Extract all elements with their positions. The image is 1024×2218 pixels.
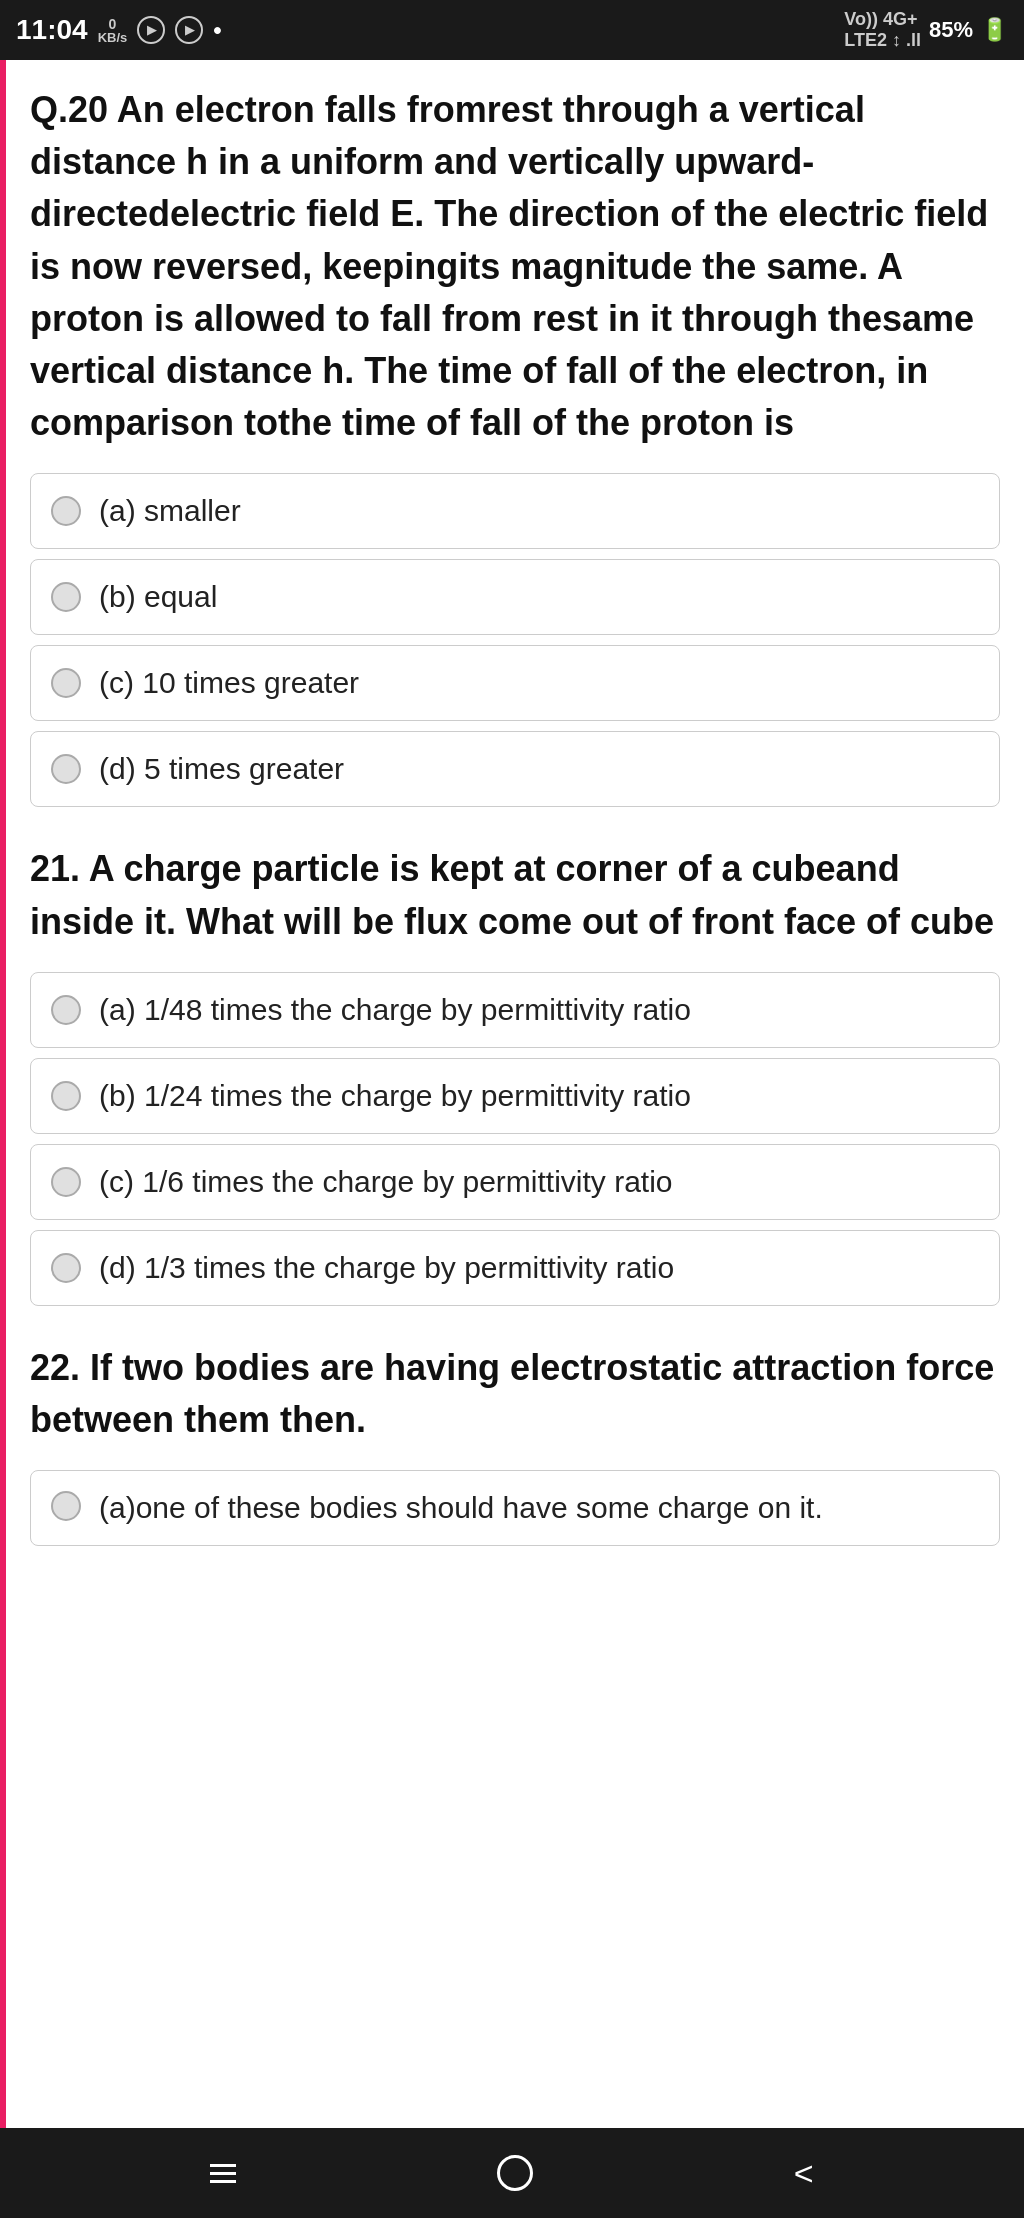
q21-radio-a xyxy=(51,995,81,1025)
phone-frame: 11:04 0 KB/s ▶ ▶ • Vo)) 4G+LTE2 ↕ .ll 85… xyxy=(0,0,1024,2218)
q21-label-c: (c) 1/6 times the charge by permittivity… xyxy=(99,1161,673,1203)
back-button[interactable] xyxy=(198,2152,248,2195)
bottom-nav: < xyxy=(0,2128,1024,2218)
q20-radio-b xyxy=(51,582,81,612)
q21-label-b: (b) 1/24 times the charge by permittivit… xyxy=(99,1075,691,1117)
chevron-left-icon: < xyxy=(794,2154,814,2192)
q20-radio-d xyxy=(51,754,81,784)
status-kb: 0 KB/s xyxy=(98,17,128,44)
dot-icon: • xyxy=(213,16,221,44)
q20-label-a: (a) smaller xyxy=(99,490,241,532)
menu-lines-icon xyxy=(210,2164,236,2183)
q22-radio-a xyxy=(51,1491,81,1521)
q21-option-c[interactable]: (c) 1/6 times the charge by permittivity… xyxy=(30,1144,1000,1220)
question-22-options: (a)one of these bodies should have some … xyxy=(30,1470,1000,1546)
q21-radio-d xyxy=(51,1253,81,1283)
q21-option-b[interactable]: (b) 1/24 times the charge by permittivit… xyxy=(30,1058,1000,1134)
question-21-options: (a) 1/48 times the charge by permittivit… xyxy=(30,972,1000,1306)
q22-label-a: (a)one of these bodies should have some … xyxy=(99,1487,823,1529)
q20-option-d[interactable]: (d) 5 times greater xyxy=(30,731,1000,807)
question-22-text: 22. If two bodies are having electrostat… xyxy=(30,1342,1000,1446)
q20-radio-c xyxy=(51,668,81,698)
question-22-block: 22. If two bodies are having electrostat… xyxy=(30,1342,1000,1546)
content-area: Q.20 An electron falls fromrest through … xyxy=(0,60,1024,2128)
q22-option-a[interactable]: (a)one of these bodies should have some … xyxy=(30,1470,1000,1546)
question-20-options: (a) smaller (b) equal (c) 10 times great… xyxy=(30,473,1000,807)
status-left: 11:04 0 KB/s ▶ ▶ • xyxy=(16,14,222,46)
q21-option-a[interactable]: (a) 1/48 times the charge by permittivit… xyxy=(30,972,1000,1048)
status-bar: 11:04 0 KB/s ▶ ▶ • Vo)) 4G+LTE2 ↕ .ll 85… xyxy=(0,0,1024,60)
play-icon: ▶ xyxy=(137,16,165,44)
question-21-text: 21. A charge particle is kept at corner … xyxy=(30,843,1000,947)
q21-radio-c xyxy=(51,1167,81,1197)
battery-icon: 🔋 xyxy=(981,17,1008,43)
question-20-text: Q.20 An electron falls fromrest through … xyxy=(30,84,1000,449)
recent-button[interactable]: < xyxy=(782,2142,826,2205)
record-icon: ▶ xyxy=(175,16,203,44)
q20-option-a[interactable]: (a) smaller xyxy=(30,473,1000,549)
home-button[interactable] xyxy=(485,2143,545,2203)
carrier-text: Vo)) 4G+LTE2 ↕ .ll xyxy=(844,9,921,51)
status-time: 11:04 xyxy=(16,14,88,46)
q20-option-b[interactable]: (b) equal xyxy=(30,559,1000,635)
q20-label-b: (b) equal xyxy=(99,576,217,618)
q20-label-d: (d) 5 times greater xyxy=(99,748,344,790)
q21-label-a: (a) 1/48 times the charge by permittivit… xyxy=(99,989,691,1031)
battery-text: 85% xyxy=(929,17,973,43)
q20-radio-a xyxy=(51,496,81,526)
q20-label-c: (c) 10 times greater xyxy=(99,662,359,704)
question-21-block: 21. A charge particle is kept at corner … xyxy=(30,843,1000,1305)
status-right: Vo)) 4G+LTE2 ↕ .ll 85% 🔋 xyxy=(844,9,1008,51)
q21-option-d[interactable]: (d) 1/3 times the charge by permittivity… xyxy=(30,1230,1000,1306)
home-circle-icon xyxy=(497,2155,533,2191)
q21-radio-b xyxy=(51,1081,81,1111)
q20-option-c[interactable]: (c) 10 times greater xyxy=(30,645,1000,721)
question-20-block: Q.20 An electron falls fromrest through … xyxy=(30,84,1000,807)
q21-label-d: (d) 1/3 times the charge by permittivity… xyxy=(99,1247,674,1289)
